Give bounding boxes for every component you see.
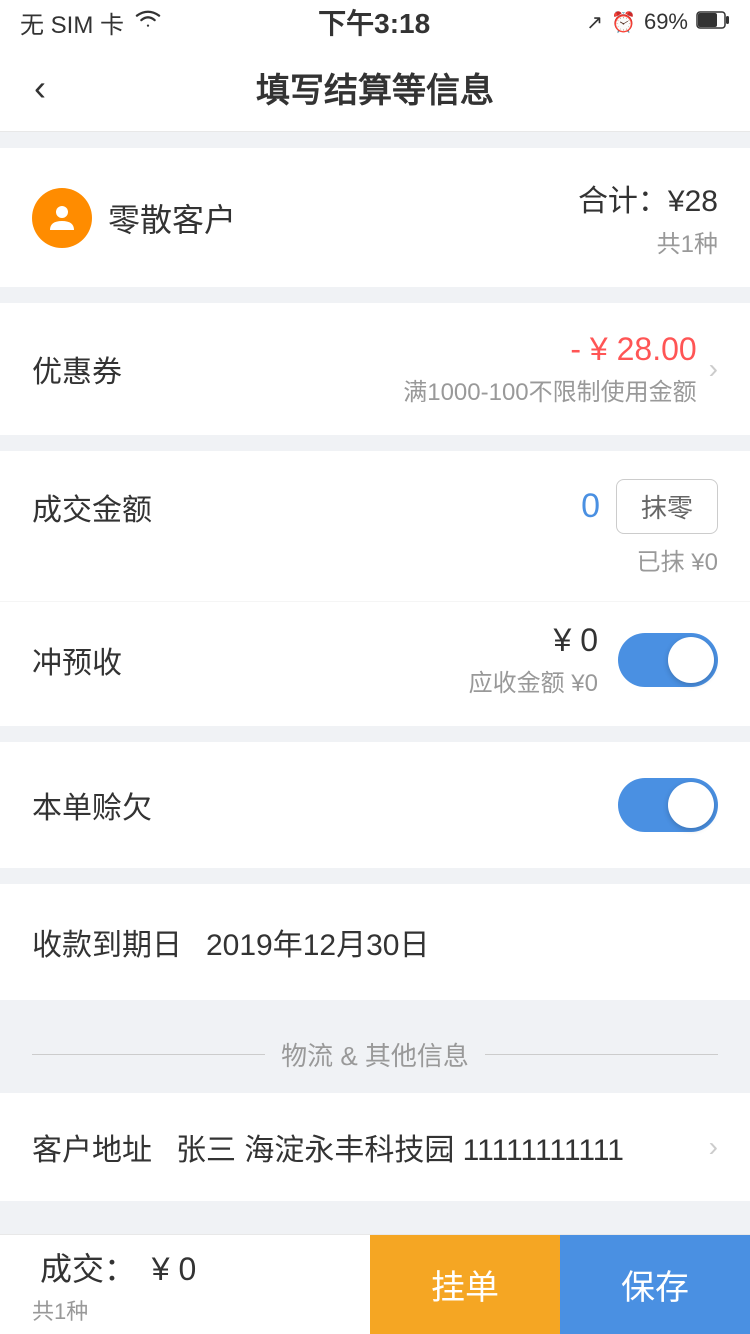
bottom-transaction-value: ¥ 0 (152, 1251, 196, 1287)
amount-row: 成交金额 0 抹零 (0, 451, 750, 542)
prepay-row: 冲预收 ¥ 0 应收金额 ¥0 (0, 602, 750, 726)
customer-left: 零散客户 (32, 188, 236, 248)
total-amount: 合计：¥28 (578, 176, 718, 220)
coupon-label: 优惠券 (32, 347, 122, 391)
status-right: ↗ ⏰ 69% (586, 9, 730, 35)
prepay-receivable: 应收金额 ¥0 (469, 663, 598, 698)
customer-section: 零散客户 合计：¥28 共1种 (0, 148, 750, 287)
coupon-right: - ¥ 28.00 满1000-100不限制使用金额 › (403, 331, 718, 407)
status-left: 无 SIM 卡 (20, 5, 162, 40)
already-rounded: 已抹 ¥0 (0, 542, 750, 601)
save-button[interactable]: 保存 (560, 1235, 750, 1334)
coupon-section: 优惠券 - ¥ 28.00 满1000-100不限制使用金额 › (0, 303, 750, 435)
bottom-transaction: 成交： ¥ 0 (32, 1244, 338, 1290)
alarm-icon: ⏰ (611, 10, 636, 35)
debt-toggle[interactable] (618, 778, 718, 832)
amount-right: 0 抹零 (581, 479, 718, 534)
divider-line-right (485, 1054, 718, 1055)
hang-button[interactable]: 挂单 (370, 1235, 560, 1334)
address-section: 客户地址 张三 海淀永丰科技园 11111111111 › (0, 1093, 750, 1201)
carrier-text: 无 SIM 卡 (20, 5, 124, 40)
total-count: 共1种 (578, 224, 718, 259)
debt-toggle-knob (668, 782, 714, 828)
bottom-summary: 成交： ¥ 0 共1种 (0, 1244, 370, 1326)
avatar (32, 188, 92, 248)
logistics-divider: 物流 & 其他信息 (0, 1016, 750, 1093)
debt-row: 本单赊欠 (0, 742, 750, 868)
bottom-count: 共1种 (32, 1294, 338, 1326)
duedate-section: 收款到期日 2019年12月30日 (0, 884, 750, 1000)
location-icon: ↗ (586, 10, 603, 35)
address-label: 客户地址 (32, 1125, 152, 1169)
nav-bar: ‹ 填写结算等信息 (0, 44, 750, 132)
address-chevron-icon: › (709, 1131, 718, 1163)
logistics-label: 物流 & 其他信息 (281, 1036, 469, 1073)
bottom-transaction-label: 成交： (40, 1251, 136, 1287)
wifi-icon (134, 8, 162, 36)
address-value: 张三 海淀永丰科技园 11111111111 (176, 1125, 709, 1169)
address-row[interactable]: 客户地址 张三 海淀永丰科技园 11111111111 › (0, 1093, 750, 1201)
customer-row: 零散客户 合计：¥28 共1种 (0, 148, 750, 287)
coupon-amount: - ¥ 28.00 (403, 331, 696, 368)
debt-section: 本单赊欠 (0, 742, 750, 868)
back-button[interactable]: ‹ (24, 57, 56, 119)
coupon-chevron-icon: › (709, 353, 718, 385)
coupon-info: - ¥ 28.00 满1000-100不限制使用金额 (403, 331, 696, 407)
battery-text: 69% (644, 9, 688, 35)
bottom-bar: 成交： ¥ 0 共1种 挂单 保存 (0, 1234, 750, 1334)
customer-right: 合计：¥28 共1种 (578, 176, 718, 259)
transaction-label: 成交金额 (32, 485, 152, 529)
time-display: 下午3:18 (318, 2, 430, 42)
coupon-row[interactable]: 优惠券 - ¥ 28.00 满1000-100不限制使用金额 › (0, 303, 750, 435)
customer-name: 零散客户 (108, 195, 236, 241)
coupon-desc: 满1000-100不限制使用金额 (403, 372, 696, 407)
debt-label: 本单赊欠 (32, 783, 152, 827)
prepay-info: ¥ 0 应收金额 ¥0 (469, 622, 598, 698)
duedate-label: 收款到期日 (32, 920, 182, 964)
duedate-row[interactable]: 收款到期日 2019年12月30日 (0, 884, 750, 1000)
divider-line-left (32, 1054, 265, 1055)
prepay-toggle[interactable] (618, 633, 718, 687)
toggle-knob (668, 637, 714, 683)
prepay-label: 冲预收 (32, 638, 122, 682)
battery-icon (696, 9, 730, 35)
transaction-section: 成交金额 0 抹零 已抹 ¥0 冲预收 ¥ 0 应收金额 ¥0 (0, 451, 750, 726)
duedate-value: 2019年12月30日 (206, 920, 429, 964)
round-button[interactable]: 抹零 (616, 479, 718, 534)
transaction-value: 0 (581, 487, 600, 526)
prepay-right: ¥ 0 应收金额 ¥0 (469, 622, 718, 698)
logistics-section: 物流 & 其他信息 (0, 1016, 750, 1093)
page-title: 填写结算等信息 (256, 63, 494, 112)
status-bar: 无 SIM 卡 下午3:18 ↗ ⏰ 69% (0, 0, 750, 44)
prepay-amount: ¥ 0 (469, 622, 598, 659)
